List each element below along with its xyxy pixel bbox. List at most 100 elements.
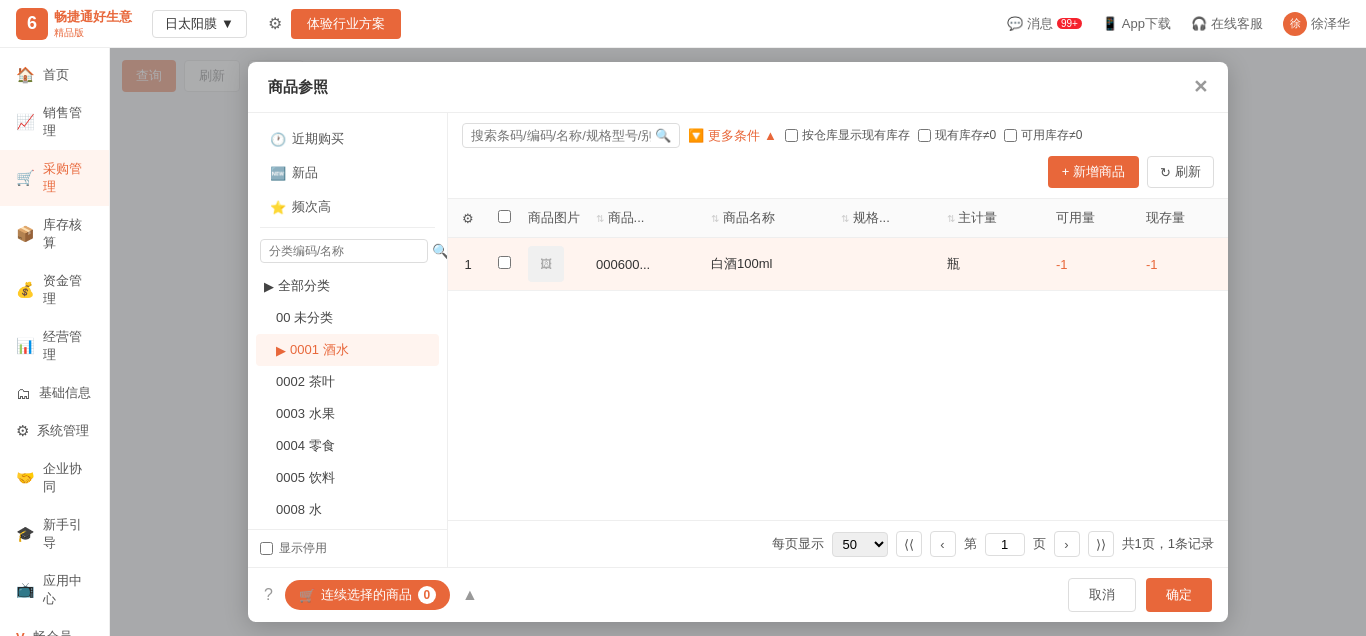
tree-item-0001[interactable]: ▶ 0001 酒水 bbox=[256, 334, 439, 366]
help-icon[interactable]: ? bbox=[264, 586, 273, 604]
tab-frequent[interactable]: ⭐ 频次高 bbox=[260, 191, 435, 223]
app-icon: 📱 bbox=[1102, 16, 1118, 31]
sidebar-item-member[interactable]: V 畅会员 bbox=[0, 618, 109, 636]
add-product-button[interactable]: + 新增商品 bbox=[1048, 156, 1139, 188]
sidebar-item-inventory[interactable]: 📦 库存核算 bbox=[0, 206, 109, 262]
message-label: 消息 bbox=[1027, 15, 1053, 33]
col-header-stock[interactable]: 现存量 bbox=[1138, 199, 1228, 238]
username-label: 徐泽华 bbox=[1311, 15, 1350, 33]
col-header-code[interactable]: ⇅ 商品... bbox=[588, 199, 703, 238]
tree-item-0004[interactable]: 0004 零食 bbox=[256, 430, 439, 462]
left-panel: 🕐 近期购买 🆕 新品 ⭐ 频次高 bbox=[248, 113, 448, 567]
sidebar-label-member: 畅会员 bbox=[33, 628, 72, 636]
page-last-button[interactable]: ⟩⟩ bbox=[1088, 531, 1114, 557]
dialog-header: 商品参照 ✕ bbox=[248, 62, 1228, 113]
page-next-button[interactable]: › bbox=[1054, 531, 1080, 557]
checkbox-available-stock[interactable]: 可用库存≠0 bbox=[1004, 127, 1082, 144]
org-name: 日太阳膜 bbox=[165, 15, 217, 33]
frequent-icon: ⭐ bbox=[270, 200, 286, 215]
tree-label-0002: 0002 茶叶 bbox=[276, 373, 335, 391]
footer-actions: 取消 确定 bbox=[1068, 578, 1212, 612]
tree-item-0002[interactable]: 0002 茶叶 bbox=[256, 366, 439, 398]
tree-item-all[interactable]: ▶ 全部分类 bbox=[256, 270, 439, 302]
tree-item-0008[interactable]: 0008 水 bbox=[256, 494, 439, 526]
category-search-input[interactable] bbox=[260, 239, 428, 263]
confirm-button[interactable]: 确定 bbox=[1146, 578, 1212, 612]
close-button[interactable]: ✕ bbox=[1193, 76, 1208, 98]
current-stock-checkbox[interactable] bbox=[918, 129, 931, 142]
sidebar-item-appcenter[interactable]: 📺 应用中心 bbox=[0, 562, 109, 618]
cancel-button[interactable]: 取消 bbox=[1068, 578, 1136, 612]
select-all-checkbox[interactable] bbox=[498, 210, 511, 223]
cell-check[interactable] bbox=[488, 238, 520, 291]
tree-arrow-0001: ▶ bbox=[276, 343, 286, 358]
tree-label-all: 全部分类 bbox=[278, 277, 330, 295]
filter-button[interactable]: 🔽 更多条件 ▲ bbox=[688, 127, 777, 145]
message-item[interactable]: 💬 消息 99+ bbox=[1007, 15, 1082, 33]
sidebar-item-guide[interactable]: 🎓 新手引导 bbox=[0, 506, 109, 562]
page-prev-button[interactable]: ‹ bbox=[930, 531, 956, 557]
show-disabled-label[interactable]: 显示停用 bbox=[260, 540, 435, 557]
app-download-item[interactable]: 📱 App下载 bbox=[1102, 15, 1171, 33]
page-number-input[interactable] bbox=[985, 533, 1025, 556]
product-search-input[interactable] bbox=[471, 128, 651, 143]
page-first-button[interactable]: ⟨⟨ bbox=[896, 531, 922, 557]
sort-code-icon: ⇅ bbox=[596, 213, 604, 224]
tree-label-0003: 0003 水果 bbox=[276, 405, 335, 423]
sales-icon: 📈 bbox=[16, 113, 35, 131]
home-icon: 🏠 bbox=[16, 66, 35, 84]
page-unit: 页 bbox=[1033, 535, 1046, 553]
finance-icon: 💰 bbox=[16, 281, 35, 299]
dialog-body: 🕐 近期购买 🆕 新品 ⭐ 频次高 bbox=[248, 113, 1228, 567]
user-item[interactable]: 徐 徐泽华 bbox=[1283, 12, 1350, 36]
footer-collapse-icon[interactable]: ▲ bbox=[462, 586, 478, 604]
message-icon: 💬 bbox=[1007, 16, 1023, 31]
sidebar-item-basic[interactable]: 🗂 基础信息 bbox=[0, 374, 109, 412]
sidebar-item-finance[interactable]: 💰 资金管理 bbox=[0, 262, 109, 318]
table-row[interactable]: 1 🖼 bbox=[448, 238, 1228, 291]
col-header-available[interactable]: 可用量 bbox=[1048, 199, 1138, 238]
cart-button[interactable]: 🛒 连续选择的商品 0 bbox=[285, 580, 450, 610]
sidebar-item-sales[interactable]: 📈 销售管理 bbox=[0, 94, 109, 150]
tree-item-0003[interactable]: 0003 水果 bbox=[256, 398, 439, 430]
sidebar-label-inventory: 库存核算 bbox=[43, 216, 93, 252]
sidebar-item-operations[interactable]: 📊 经营管理 bbox=[0, 318, 109, 374]
refresh-button[interactable]: ↻ 刷新 bbox=[1147, 156, 1214, 188]
sidebar-item-purchase[interactable]: 🛒 采购管理 bbox=[0, 150, 109, 206]
available-stock-checkbox[interactable] bbox=[1004, 129, 1017, 142]
org-dropdown[interactable]: 日太阳膜 ▼ bbox=[152, 10, 247, 38]
product-image: 🖼 bbox=[528, 246, 564, 282]
settings-col-icon[interactable]: ⚙ bbox=[462, 211, 474, 226]
row-checkbox[interactable] bbox=[498, 256, 511, 269]
sidebar-label-purchase: 采购管理 bbox=[43, 160, 93, 196]
tree-item-0005[interactable]: 0005 饮料 bbox=[256, 462, 439, 494]
online-service-item[interactable]: 🎧 在线客服 bbox=[1191, 15, 1263, 33]
product-reference-dialog: 商品参照 ✕ 🕐 近期购买 🆕 bbox=[248, 62, 1228, 622]
col-header-spec[interactable]: ⇅ 规格... bbox=[833, 199, 939, 238]
appcenter-icon: 📺 bbox=[16, 581, 35, 599]
dialog-title: 商品参照 bbox=[268, 78, 328, 97]
sidebar-item-system[interactable]: ⚙ 系统管理 bbox=[0, 412, 109, 450]
sidebar-item-home[interactable]: 🏠 首页 bbox=[0, 56, 109, 94]
online-service-label: 在线客服 bbox=[1211, 15, 1263, 33]
table-header-row: ⚙ 商品图片 bbox=[448, 199, 1228, 238]
tree-item-00[interactable]: 00 未分类 bbox=[256, 302, 439, 334]
tab-recent-purchase[interactable]: 🕐 近期购买 bbox=[260, 123, 435, 155]
sidebar-item-collab[interactable]: 🤝 企业协同 bbox=[0, 450, 109, 506]
show-disabled-checkbox[interactable] bbox=[260, 542, 273, 555]
checkbox-current-stock[interactable]: 现有库存≠0 bbox=[918, 127, 996, 144]
tab-new-product[interactable]: 🆕 新品 bbox=[260, 157, 435, 189]
col-header-name[interactable]: ⇅ 商品名称 bbox=[703, 199, 833, 238]
product-search-icon[interactable]: 🔍 bbox=[655, 128, 671, 143]
checkbox-show-stock[interactable]: 按仓库显示现有库存 bbox=[785, 127, 910, 144]
category-search-icon[interactable]: 🔍 bbox=[432, 243, 448, 259]
tree-arrow-all: ▶ bbox=[264, 279, 274, 294]
col-header-unit[interactable]: ⇅ 主计量 bbox=[939, 199, 1048, 238]
settings-icon[interactable]: ⚙ bbox=[259, 8, 291, 40]
sidebar-label-sales: 销售管理 bbox=[43, 104, 93, 140]
sort-unit-icon: ⇅ bbox=[947, 213, 955, 224]
cta-button[interactable]: 体验行业方案 bbox=[291, 9, 401, 39]
show-stock-checkbox[interactable] bbox=[785, 129, 798, 142]
page-size-select[interactable]: 50 10 20 100 bbox=[832, 532, 888, 557]
col-header-img: 商品图片 bbox=[520, 199, 588, 238]
